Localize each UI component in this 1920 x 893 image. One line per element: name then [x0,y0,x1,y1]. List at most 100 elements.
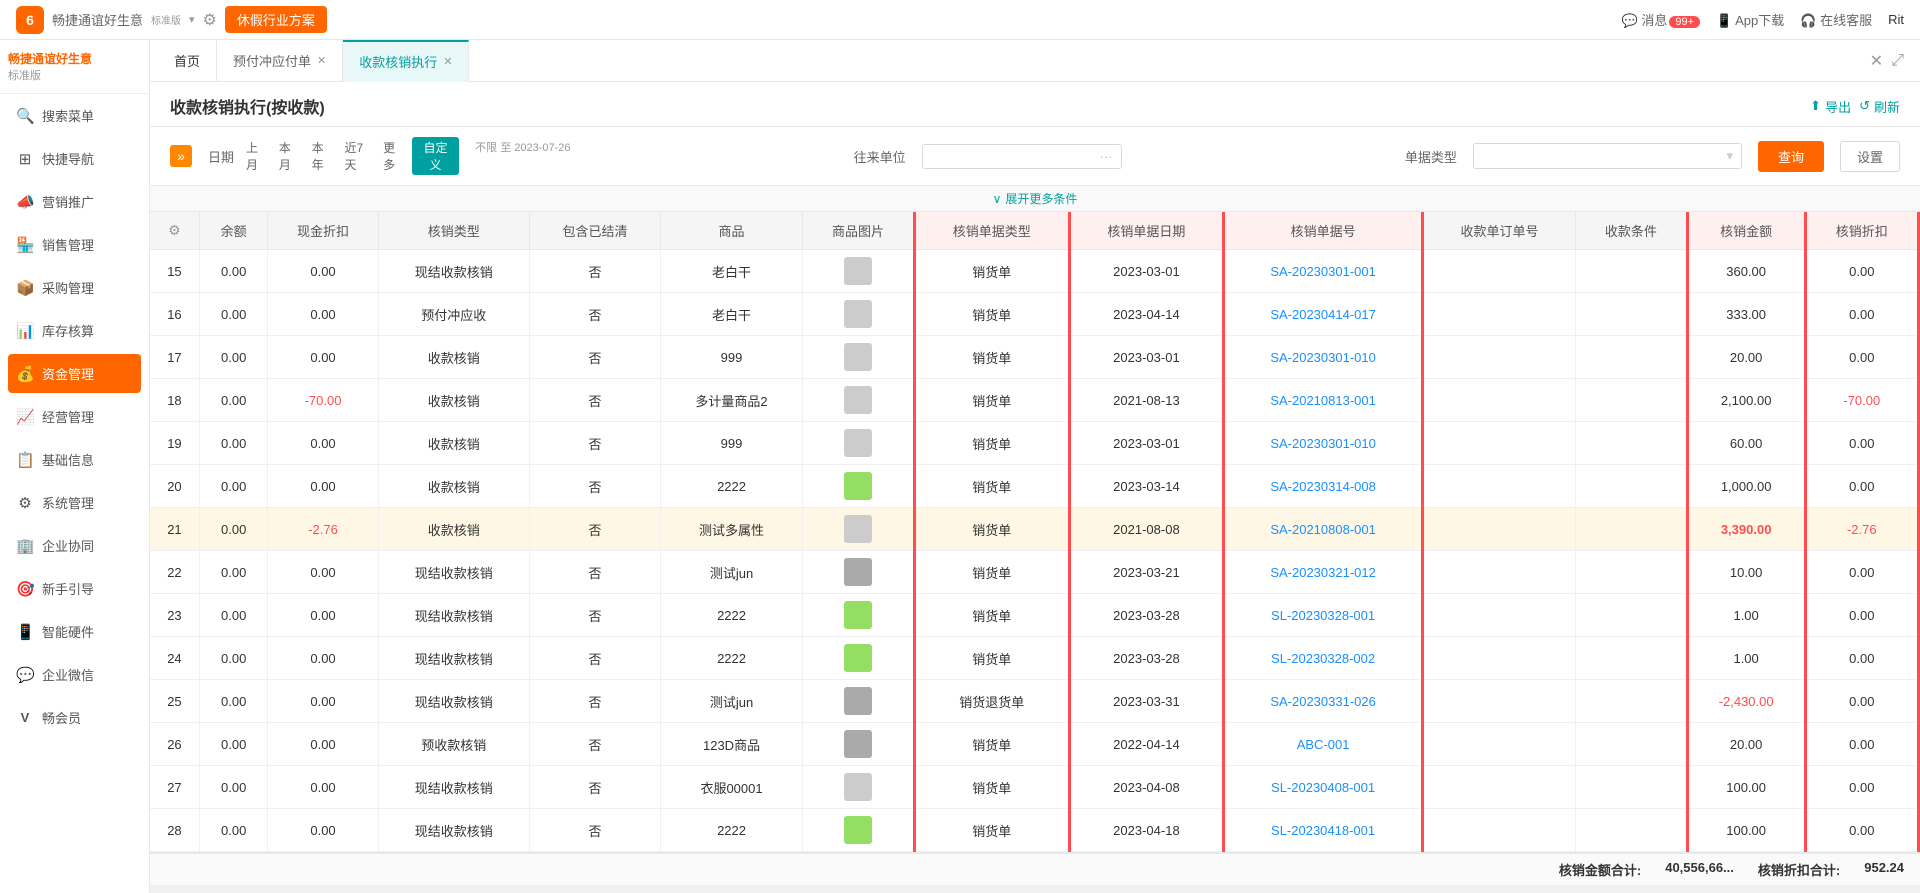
guide-icon: 🎯 [16,580,34,598]
cell-goods: 123D商品 [660,723,802,766]
cell-bill-date: 2023-03-01 [1069,422,1224,465]
date-btn-more[interactable]: 更多 [379,137,408,175]
cell-order-no [1422,250,1575,293]
cell-bill-type: 销货单 [914,723,1069,766]
date-btn-this-month[interactable]: 本月 [275,137,304,175]
sidebar-item-hardware[interactable]: 📱智能硬件 [0,610,149,653]
cell-bill-no[interactable]: SA-20230321-012 [1224,551,1423,594]
sidebar-item-member[interactable]: V畅会员 [0,696,149,739]
tab-close-receipts[interactable]: ✕ [443,55,452,68]
cell-type: 预收款核销 [378,723,530,766]
sidebar-item-quicknav[interactable]: ⊞快捷导航 [0,137,149,180]
app-download-link[interactable]: 📱 App下载 [1716,10,1784,29]
table-footer: 核销金额合计: 40,556,66... 核销折扣合计: 952.24 [150,852,1920,885]
cell-bill-no[interactable]: SA-20230314-008 [1224,465,1423,508]
cell-amount: 1.00 [1687,594,1805,637]
cell-id: 26 [150,723,199,766]
date-filter-label: 日期 [208,147,234,166]
sidebar-item-guide[interactable]: 🎯新手引导 [0,567,149,610]
page-actions: ⬆ 导出 ↺ 刷新 [1810,97,1900,116]
tab-home[interactable]: 首页 [158,40,217,82]
cell-bill-no[interactable]: SA-20210808-001 [1224,508,1423,551]
counterparty-dots[interactable]: ··· [1100,149,1113,164]
footer-discount-value: 952.24 [1864,860,1904,879]
cell-bill-no[interactable]: SA-20230301-001 [1224,250,1423,293]
holiday-solution-button[interactable]: 休假行业方案 [225,6,327,33]
sidebar-item-system[interactable]: ⚙系统管理 [0,481,149,524]
date-btn-7days[interactable]: 近7天 [341,137,376,175]
bill-type-select[interactable]: ▾ [1473,143,1742,169]
sidebar-item-operations[interactable]: 📈经营管理 [0,395,149,438]
counterparty-input[interactable]: ··· [922,144,1122,169]
sidebar-item-sales[interactable]: 🏪销售管理 [0,223,149,266]
col-goods: 商品 [660,212,802,250]
cell-bill-no[interactable]: ABC-001 [1224,723,1423,766]
export-button[interactable]: ⬆ 导出 [1810,97,1851,116]
horizontal-scrollbar[interactable] [150,885,1920,893]
cell-bill-no[interactable]: SA-20230301-010 [1224,422,1423,465]
refresh-button[interactable]: ↺ 刷新 [1859,97,1900,116]
cell-bill-no[interactable]: SA-20230414-017 [1224,293,1423,336]
main-layout: 畅捷通谊好生意 标准版 🔍搜索菜单 ⊞快捷导航 📣营销推广 🏪销售管理 📦采购管… [0,40,1920,893]
cell-bill-no[interactable]: SA-20230331-026 [1224,680,1423,723]
cell-bill-no[interactable]: SA-20230301-010 [1224,336,1423,379]
sidebar-item-search[interactable]: 🔍搜索菜单 [0,94,149,137]
sidebar-item-wechat[interactable]: 💬企业微信 [0,653,149,696]
message-icon[interactable]: 💬 消息99+ [1622,10,1701,29]
user-name[interactable]: Rit [1888,12,1904,27]
filter-toggle-button[interactable]: » [170,145,192,167]
cell-bill-date: 2021-08-13 [1069,379,1224,422]
sidebar-item-finance[interactable]: 💰资金管理 [8,354,141,393]
cell-bill-no[interactable]: SL-20230328-001 [1224,594,1423,637]
cell-order-no [1422,293,1575,336]
tab-close-prepay[interactable]: ✕ [317,54,326,67]
sidebar-item-basic[interactable]: 📋基础信息 [0,438,149,481]
query-button[interactable]: 查询 [1758,141,1824,172]
tab-prepay[interactable]: 预付冲应付单 ✕ [217,40,343,82]
date-custom-button[interactable]: 自定义 [412,137,459,175]
cell-bill-no[interactable]: SL-20230418-001 [1224,809,1423,852]
cell-cash-discount: 0.00 [268,422,378,465]
expand-conditions-bar[interactable]: ∨ 展开更多条件 [150,186,1920,212]
tab-close-all-icon[interactable]: ✕ [1870,51,1883,71]
bill-type-dropdown-icon: ▾ [1726,148,1733,164]
tab-receipts[interactable]: 收款核销执行 ✕ [343,40,469,82]
cell-payment-cond [1576,293,1688,336]
member-icon: V [16,710,34,725]
sidebar-item-purchase[interactable]: 📦采购管理 [0,266,149,309]
col-settings[interactable]: ⚙ [150,212,199,250]
cell-settled: 否 [530,250,661,293]
date-btn-this-year[interactable]: 本年 [308,137,337,175]
cell-goods: 测试jun [660,551,802,594]
cell-amount: -2,430.00 [1687,680,1805,723]
date-btn-last-month[interactable]: 上月 [242,137,271,175]
footer-amount-value: 40,556,66... [1665,860,1734,879]
sidebar: 畅捷通谊好生意 标准版 🔍搜索菜单 ⊞快捷导航 📣营销推广 🏪销售管理 📦采购管… [0,40,150,893]
cell-balance: 0.00 [199,809,268,852]
sidebar-item-inventory[interactable]: 📊库存核算 [0,309,149,352]
cell-balance: 0.00 [199,250,268,293]
setting-button[interactable]: 设置 [1840,141,1900,172]
cell-bill-no[interactable]: SA-20210813-001 [1224,379,1423,422]
cell-bill-no[interactable]: SL-20230328-002 [1224,637,1423,680]
cell-type: 现结收款核销 [378,680,530,723]
col-discount: 核销折扣 [1805,212,1918,250]
top-bar-left: 6 畅捷通谊好生意 标准版 ▾ ⚙ 休假行业方案 [16,6,1610,34]
col-type: 核销类型 [378,212,530,250]
cell-bill-date: 2023-04-08 [1069,766,1224,809]
table-header-row: ⚙ 余额 现金折扣 核销类型 包含已结清 商品 商品图片 核销单据类型 核销单据… [150,212,1919,250]
sidebar-item-marketing[interactable]: 📣营销推广 [0,180,149,223]
table-container[interactable]: ⚙ 余额 现金折扣 核销类型 包含已结清 商品 商品图片 核销单据类型 核销单据… [150,212,1920,893]
cell-cash-discount: 0.00 [268,680,378,723]
cell-id: 17 [150,336,199,379]
settings-gear-icon[interactable]: ⚙ [203,10,217,30]
cell-goods: 老白干 [660,250,802,293]
brand-dropdown-icon[interactable]: ▾ [189,13,195,26]
cell-type: 预付冲应收 [378,293,530,336]
cell-amount: 3,390.00 [1687,508,1805,551]
cell-discount: 0.00 [1805,336,1918,379]
cell-bill-no[interactable]: SL-20230408-001 [1224,766,1423,809]
tab-expand-icon[interactable]: ⤢ [1891,52,1904,70]
sidebar-item-enterprise[interactable]: 🏢企业协同 [0,524,149,567]
online-service-link[interactable]: 🎧 在线客服 [1800,10,1872,29]
